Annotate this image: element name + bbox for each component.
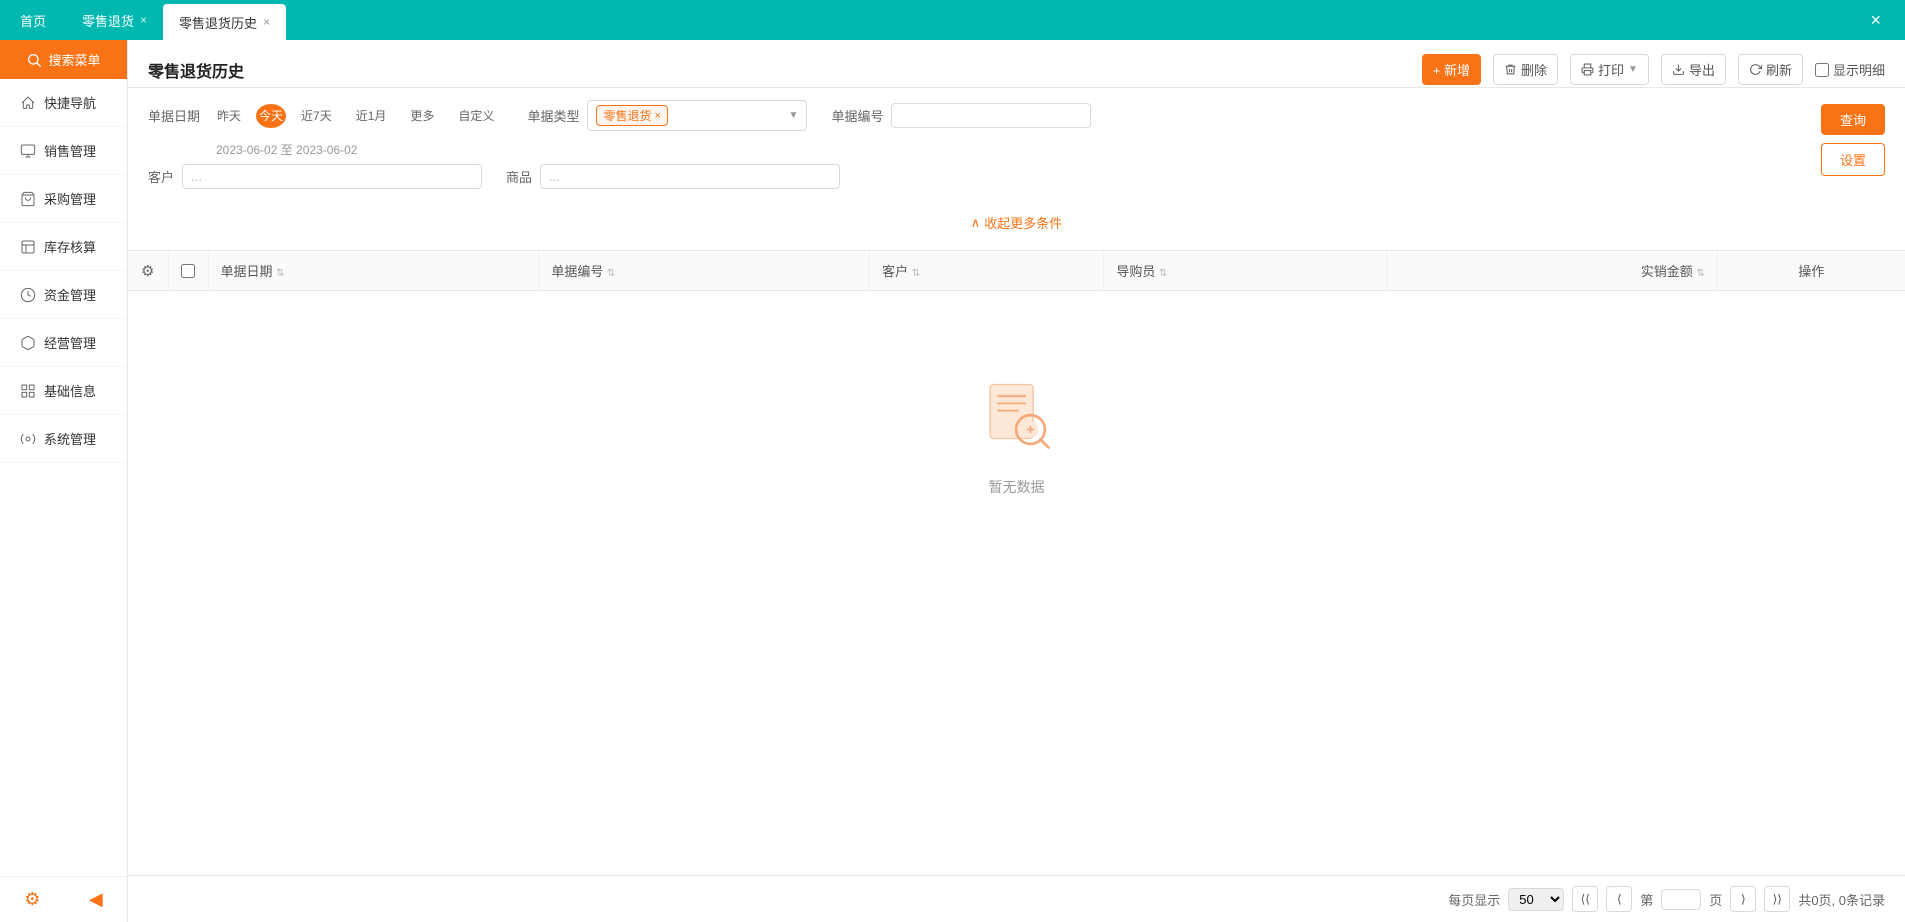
page-label-prefix: 第	[1640, 890, 1653, 909]
sidebar-item-basic-info[interactable]: 基础信息	[0, 367, 127, 415]
show-detail-checkbox[interactable]: 显示明细	[1815, 60, 1885, 79]
print-icon	[1581, 63, 1594, 76]
th-voucher-no[interactable]: 单据编号	[539, 251, 870, 291]
sidebar-collapse-button[interactable]: ◀	[89, 889, 103, 910]
filter-voucher-item: 单据编号	[831, 103, 1091, 128]
tab-retail-return[interactable]: 零售退货 ×	[66, 0, 163, 40]
filter-type-tag: 零售退货 ×	[596, 105, 667, 126]
content-area: 零售退货历史 + 新增 删除 打印 ▼ 导出 刷新	[128, 40, 1905, 922]
th-settings[interactable]: ⚙	[128, 251, 168, 291]
sidebar-bottom: ⚙ ◀	[0, 876, 127, 922]
th-guide[interactable]: 导购员	[1104, 251, 1387, 291]
filter-goods-select[interactable]: ...	[540, 164, 840, 189]
th-operations: 操作	[1717, 251, 1905, 291]
per-page-label: 每页显示	[1448, 890, 1500, 909]
filter-row-1: 单据日期 昨天 今天 近7天 近1月 更多 自定义 单据类型	[148, 100, 1805, 131]
info-icon	[20, 383, 36, 399]
first-page-button[interactable]: ⟨⟨	[1572, 886, 1598, 912]
empty-text: 暂无数据	[989, 477, 1045, 497]
sidebar: 搜索菜单 快捷导航 销售管理 采购管理 库存核算 资金管理 经营管理 基础信	[0, 40, 128, 922]
system-icon	[20, 431, 36, 447]
inventory-icon	[20, 239, 36, 255]
main-layout: 搜索菜单 快捷导航 销售管理 采购管理 库存核算 资金管理 经营管理 基础信	[0, 40, 1905, 922]
date-btn-7days[interactable]: 近7天	[292, 104, 341, 127]
filter-customer-item: 客户 ...	[148, 164, 482, 189]
filter-date-buttons: 昨天 今天 近7天 近1月 更多 自定义	[208, 104, 503, 128]
sidebar-item-inventory[interactable]: 库存核算	[0, 223, 127, 271]
filter-area: 单据日期 昨天 今天 近7天 近1月 更多 自定义 单据类型	[128, 88, 1905, 251]
filter-type-select[interactable]: 零售退货 × ▼	[587, 100, 807, 131]
refresh-icon	[1749, 63, 1762, 76]
date-btn-yesterday[interactable]: 昨天	[208, 104, 250, 127]
th-amount[interactable]: 实销金额	[1386, 251, 1717, 291]
filter-customer-select[interactable]: ...	[182, 164, 482, 189]
window-close-button[interactable]: ×	[1862, 10, 1889, 31]
show-detail-input[interactable]	[1815, 63, 1829, 77]
delete-icon	[1504, 63, 1517, 76]
setting-button[interactable]: 设置	[1821, 143, 1885, 176]
sidebar-item-quick-nav[interactable]: 快捷导航	[0, 79, 127, 127]
sidebar-settings-button[interactable]: ⚙	[24, 889, 40, 910]
export-icon	[1672, 63, 1685, 76]
finance-icon	[20, 287, 36, 303]
table-container: ⚙ 单据日期 单据编号 客户	[128, 251, 1905, 875]
empty-state: 暂无数据	[128, 291, 1905, 577]
filter-row-2: 客户 ... 商品 ...	[148, 164, 1805, 189]
date-btn-more[interactable]: 更多	[401, 104, 443, 127]
tab-retail-return-history[interactable]: 零售退货历史 ×	[163, 4, 286, 40]
filter-goods-item: 商品 ...	[506, 164, 840, 189]
management-icon	[20, 335, 36, 351]
date-btn-custom[interactable]: 自定义	[449, 104, 503, 127]
purchase-icon	[20, 191, 36, 207]
sidebar-item-management[interactable]: 经营管理	[0, 319, 127, 367]
next-page-button[interactable]: ⟩	[1730, 886, 1756, 912]
new-button[interactable]: + 新增	[1422, 54, 1481, 85]
total-info: 共0页, 0条记录	[1798, 890, 1885, 909]
tab-retail-return-history-close[interactable]: ×	[263, 15, 270, 29]
select-all-checkbox[interactable]	[181, 264, 195, 278]
page-title: 零售退货历史	[148, 58, 244, 82]
data-table: ⚙ 单据日期 单据编号 客户	[128, 251, 1905, 577]
header-actions: + 新增 删除 打印 ▼ 导出 刷新	[1422, 54, 1885, 85]
collapse-filter-button[interactable]: ∧ 收起更多条件	[971, 207, 1063, 238]
tab-retail-return-close[interactable]: ×	[140, 13, 147, 27]
top-bar: 首页 零售退货 × 零售退货历史 × ×	[0, 0, 1905, 40]
th-checkbox[interactable]	[168, 251, 208, 291]
filter-type-tag-close[interactable]: ×	[654, 110, 660, 122]
th-customer[interactable]: 客户	[870, 251, 1104, 291]
pagination: 每页显示 50 100 200 ⟨⟨ ⟨ 第 1 页 ⟩ ⟩⟩ 共0页, 0条记…	[128, 875, 1905, 922]
search-icon	[26, 52, 42, 68]
refresh-button[interactable]: 刷新	[1738, 54, 1803, 85]
sidebar-item-finance[interactable]: 资金管理	[0, 271, 127, 319]
home-icon	[20, 95, 36, 111]
print-button[interactable]: 打印 ▼	[1570, 54, 1649, 85]
prev-page-button[interactable]: ⟨	[1606, 886, 1632, 912]
gear-icon[interactable]: ⚙	[141, 263, 154, 280]
th-date[interactable]: 单据日期	[208, 251, 539, 291]
top-bar-right: ×	[1862, 10, 1905, 31]
page-label-suffix: 页	[1709, 890, 1722, 909]
sidebar-item-purchase[interactable]: 采购管理	[0, 175, 127, 223]
filter-voucher-input[interactable]	[891, 103, 1091, 128]
last-page-button[interactable]: ⟩⟩	[1764, 886, 1790, 912]
date-btn-today[interactable]: 今天	[256, 104, 286, 128]
filter-type-arrow: ▼	[789, 110, 799, 121]
page-input[interactable]: 1	[1661, 889, 1701, 910]
sales-icon	[20, 143, 36, 159]
date-btn-1month[interactable]: 近1月	[347, 104, 396, 127]
query-button[interactable]: 查询	[1821, 104, 1885, 135]
export-button[interactable]: 导出	[1661, 54, 1726, 85]
sidebar-item-sales[interactable]: 销售管理	[0, 127, 127, 175]
empty-state-icon	[972, 371, 1062, 461]
filter-date-item: 单据日期 昨天 今天 近7天 近1月 更多 自定义	[148, 104, 503, 128]
per-page-select[interactable]: 50 100 200	[1508, 888, 1564, 911]
delete-button[interactable]: 删除	[1493, 54, 1558, 85]
sidebar-item-system[interactable]: 系统管理	[0, 415, 127, 463]
sidebar-search-button[interactable]: 搜索菜单	[0, 40, 127, 79]
page-header: 零售退货历史 + 新增 删除 打印 ▼ 导出 刷新	[128, 40, 1905, 88]
filter-date-range: 2023-06-02 至 2023-06-02	[216, 143, 357, 157]
tab-home[interactable]: 首页	[0, 0, 66, 40]
filter-type-item: 单据类型 零售退货 × ▼	[527, 100, 807, 131]
